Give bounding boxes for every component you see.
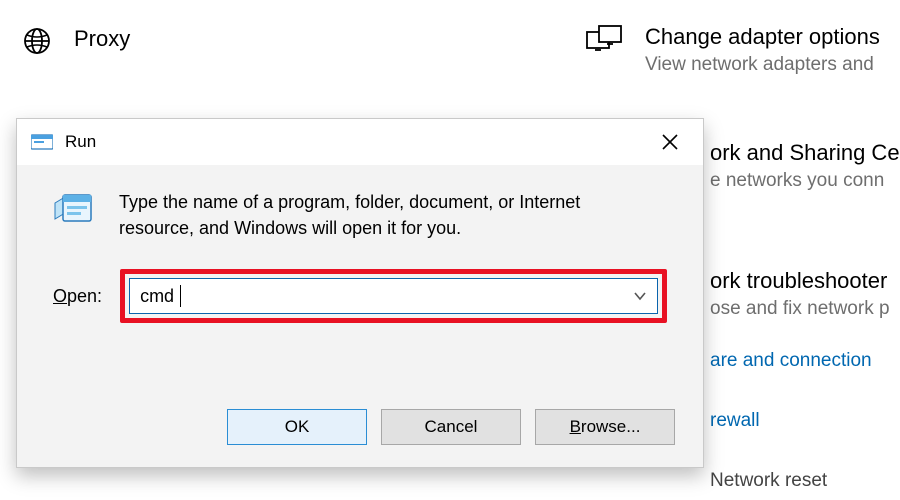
dialog-title: Run <box>65 132 96 152</box>
settings-link-hardware[interactable]: are and connection <box>710 350 872 372</box>
open-combobox-highlight <box>120 269 667 323</box>
open-label: Open: <box>53 286 102 307</box>
settings-link-firewall[interactable]: rewall <box>710 410 760 432</box>
settings-item-title: ork and Sharing Ce <box>710 140 900 166</box>
open-combobox[interactable] <box>129 278 658 314</box>
open-input[interactable] <box>130 279 621 313</box>
close-button[interactable] <box>645 119 695 165</box>
run-dialog: Run Type the name of a program, folder, … <box>16 118 704 468</box>
dropdown-button[interactable] <box>623 279 657 313</box>
settings-item-title: ork troubleshooter <box>710 268 890 294</box>
settings-item-title: Proxy <box>74 26 130 52</box>
ok-button[interactable]: OK <box>227 409 367 445</box>
settings-heading-network-reset: Network reset <box>710 470 827 492</box>
chevron-down-icon <box>633 289 647 303</box>
browse-button[interactable]: Browse... <box>535 409 675 445</box>
settings-item-subtitle: ose and fix network p <box>710 298 890 320</box>
dialog-description: Type the name of a program, folder, docu… <box>119 189 639 241</box>
settings-item-title: Change adapter options <box>645 24 880 50</box>
settings-item-proxy[interactable]: Proxy <box>22 26 130 56</box>
close-icon <box>662 134 678 150</box>
titlebar[interactable]: Run <box>17 119 703 165</box>
cancel-button[interactable]: Cancel <box>381 409 521 445</box>
settings-item-sharing-center[interactable]: ork and Sharing Ce e networks you conn <box>710 140 900 192</box>
settings-item-adapter[interactable]: Change adapter options View network adap… <box>585 24 880 76</box>
run-program-icon <box>53 189 95 231</box>
dialog-button-row: OK Cancel Browse... <box>227 409 675 445</box>
settings-item-troubleshooter[interactable]: ork troubleshooter ose and fix network p <box>710 268 890 320</box>
settings-item-subtitle: e networks you conn <box>710 170 900 192</box>
text-caret <box>180 285 181 307</box>
displays-icon <box>585 24 623 58</box>
globe-icon <box>22 26 52 56</box>
run-titlebar-icon <box>31 133 53 151</box>
settings-item-subtitle: View network adapters and <box>645 54 880 76</box>
